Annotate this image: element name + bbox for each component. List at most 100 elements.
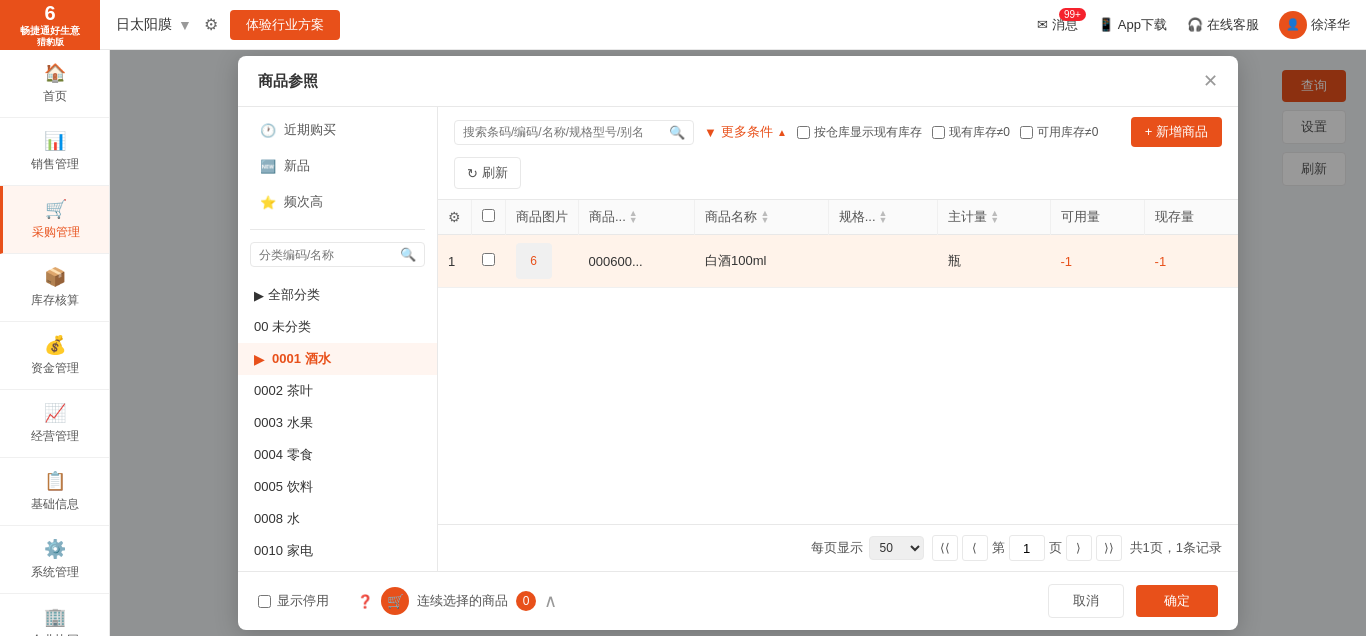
sidebar-item-enterprise[interactable]: 🏢 企业协同 [0, 594, 109, 636]
checkbox-available-stock[interactable]: 可用库存≠0 [1020, 124, 1098, 141]
warehouse-stock-checkbox[interactable] [797, 126, 810, 139]
th-available: 可用量 [1050, 200, 1144, 235]
gear-icon[interactable]: ⚙ [204, 15, 218, 34]
purchase-icon: 🛒 [45, 198, 67, 220]
cat-uncategorized-label: 00 未分类 [254, 318, 311, 336]
nav-right: ✉ 消息 99+ 📱 App下载 🎧 在线客服 👤 徐泽华 [1037, 11, 1350, 39]
sidebar-item-purchase[interactable]: 🛒 采购管理 [0, 186, 109, 254]
page-end-label: 页 [1049, 539, 1062, 557]
new-label: 新品 [284, 157, 310, 175]
category-list: ▶ 全部分类 00 未分类 ▶ 0001 酒水 0002 茶 [238, 275, 437, 571]
user-profile[interactable]: 👤 徐泽华 [1279, 11, 1350, 39]
first-page-button[interactable]: ⟨⟨ [932, 535, 958, 561]
sidebar-label-system: 系统管理 [31, 564, 79, 581]
row-select-checkbox[interactable] [482, 253, 495, 266]
row-num: 1 [438, 235, 472, 288]
sidebar-label-enterprise: 企业协同 [31, 632, 79, 636]
online-service-button[interactable]: 🎧 在线客服 [1187, 16, 1259, 34]
sidebar-label-home: 首页 [43, 88, 67, 105]
filter-more-button[interactable]: ▼ 更多条件 ▲ [704, 123, 787, 141]
product-search-input[interactable] [463, 125, 663, 139]
cat-snack[interactable]: 0004 零食 [238, 439, 437, 471]
th-unit: 主计量 ▲▼ [938, 200, 1051, 235]
available-stock-checkbox[interactable] [1020, 126, 1033, 139]
quick-btn-recent[interactable]: 🕐 近期购买 [250, 115, 425, 145]
cat-drinks-label: 0005 饮料 [254, 478, 313, 496]
product-search-icon: 🔍 [669, 125, 685, 140]
row-image: 6 [506, 235, 579, 288]
cart-section: ❓ 🛒 连续选择的商品 0 ∧ [357, 587, 557, 615]
cat-water[interactable]: 0008 水 [238, 503, 437, 535]
modal-right: 🔍 ▼ 更多条件 ▲ 按仓库显示现有库存 [438, 107, 1238, 571]
page-nav: ⟨⟨ ⟨ 第 页 ⟩ ⟩⟩ [932, 535, 1122, 561]
row-checkbox [472, 235, 506, 288]
sort-unit-icon: ▲▼ [990, 209, 999, 225]
confirm-button[interactable]: 确定 [1136, 585, 1218, 617]
last-page-button[interactable]: ⟩⟩ [1096, 535, 1122, 561]
modal-close-button[interactable]: ✕ [1203, 70, 1218, 92]
table-row[interactable]: 1 6 [438, 235, 1238, 288]
modal-overlay: 商品参照 ✕ 🕐 近期购买 🆕 [110, 50, 1366, 636]
quick-btn-frequent[interactable]: ⭐ 频次高 [250, 187, 425, 217]
finance-icon: 💰 [44, 334, 66, 356]
sidebar-label-purchase: 采购管理 [32, 224, 80, 241]
show-disabled-checkbox[interactable]: 显示停用 [258, 592, 329, 610]
checkbox-nonzero-stock[interactable]: 现有库存≠0 [932, 124, 1010, 141]
sidebar-item-finance[interactable]: 💰 资金管理 [0, 322, 109, 390]
prev-page-button[interactable]: ⟨ [962, 535, 988, 561]
modal-header: 商品参照 ✕ [238, 56, 1238, 107]
sidebar-item-operations[interactable]: 📈 经营管理 [0, 390, 109, 458]
page-number-input[interactable] [1009, 535, 1045, 561]
sidebar-item-system[interactable]: ⚙️ 系统管理 [0, 526, 109, 594]
next-page-button[interactable]: ⟩ [1066, 535, 1092, 561]
row-code: 000600... [579, 235, 695, 288]
sidebar-item-inventory[interactable]: 📦 库存核算 [0, 254, 109, 322]
warehouse-stock-label: 按仓库显示现有库存 [814, 124, 922, 141]
sidebar-item-basic-info[interactable]: 📋 基础信息 [0, 458, 109, 526]
sort-name-icon: ▲▼ [760, 209, 769, 225]
cancel-button[interactable]: 取消 [1048, 584, 1124, 618]
select-all-checkbox[interactable] [482, 209, 495, 222]
filter-icon: ▼ [704, 125, 717, 140]
sidebar-label-basic-info: 基础信息 [31, 496, 79, 513]
cat-uncategorized[interactable]: 00 未分类 [238, 311, 437, 343]
sort-code-icon: ▲▼ [629, 209, 638, 225]
store-dropdown[interactable]: 日太阳膜 ▼ [116, 16, 192, 34]
app-download-button[interactable]: 📱 App下载 [1098, 16, 1167, 34]
cat-fruit[interactable]: 0003 水果 [238, 407, 437, 439]
category-search-input[interactable] [259, 248, 394, 262]
filter-arrow-icon: ▲ [777, 127, 787, 138]
disabled-checkbox-input[interactable] [258, 595, 271, 608]
cat-drinks[interactable]: 0005 饮料 [238, 471, 437, 503]
cat-tea[interactable]: 0002 茶叶 [238, 375, 437, 407]
per-page-select[interactable]: 10 20 50 100 [869, 536, 924, 560]
cat-liquor[interactable]: ▶ 0001 酒水 [238, 343, 437, 375]
row-stock: -1 [1145, 235, 1238, 288]
frequent-label: 频次高 [284, 193, 323, 211]
cat-appliance[interactable]: 0010 家电 [238, 535, 437, 567]
cat-all[interactable]: ▶ 全部分类 [238, 279, 437, 311]
th-checkbox [472, 200, 506, 235]
refresh-button[interactable]: ↻ 刷新 [454, 157, 521, 189]
product-table-wrapper: ⚙ 商品图片 [438, 200, 1238, 524]
collapse-footer-icon[interactable]: ∧ [544, 590, 557, 612]
trial-button[interactable]: 体验行业方案 [230, 10, 340, 40]
username-label: 徐泽华 [1311, 16, 1350, 34]
nonzero-stock-checkbox[interactable] [932, 126, 945, 139]
refresh-label: 刷新 [482, 164, 508, 182]
column-settings-icon[interactable]: ⚙ [448, 209, 461, 225]
row-name: 白酒100ml [695, 235, 828, 288]
system-icon: ⚙️ [44, 538, 66, 560]
checkbox-warehouse-stock[interactable]: 按仓库显示现有库存 [797, 124, 922, 141]
messages-button[interactable]: ✉ 消息 99+ [1037, 16, 1078, 34]
quick-btn-new[interactable]: 🆕 新品 [250, 151, 425, 181]
th-product-name: 商品名称 ▲▼ [695, 200, 828, 235]
sidebar-item-sales[interactable]: 📊 销售管理 [0, 118, 109, 186]
brand-sub: 猎豹版 [37, 37, 64, 48]
cat-water-label: 0008 水 [254, 510, 300, 528]
table-body: 1 6 [438, 235, 1238, 288]
sidebar-item-home[interactable]: 🏠 首页 [0, 50, 109, 118]
product-search-box: 🔍 [454, 120, 694, 145]
headset-icon: 🎧 [1187, 17, 1203, 32]
add-product-button[interactable]: + 新增商品 [1131, 117, 1222, 147]
